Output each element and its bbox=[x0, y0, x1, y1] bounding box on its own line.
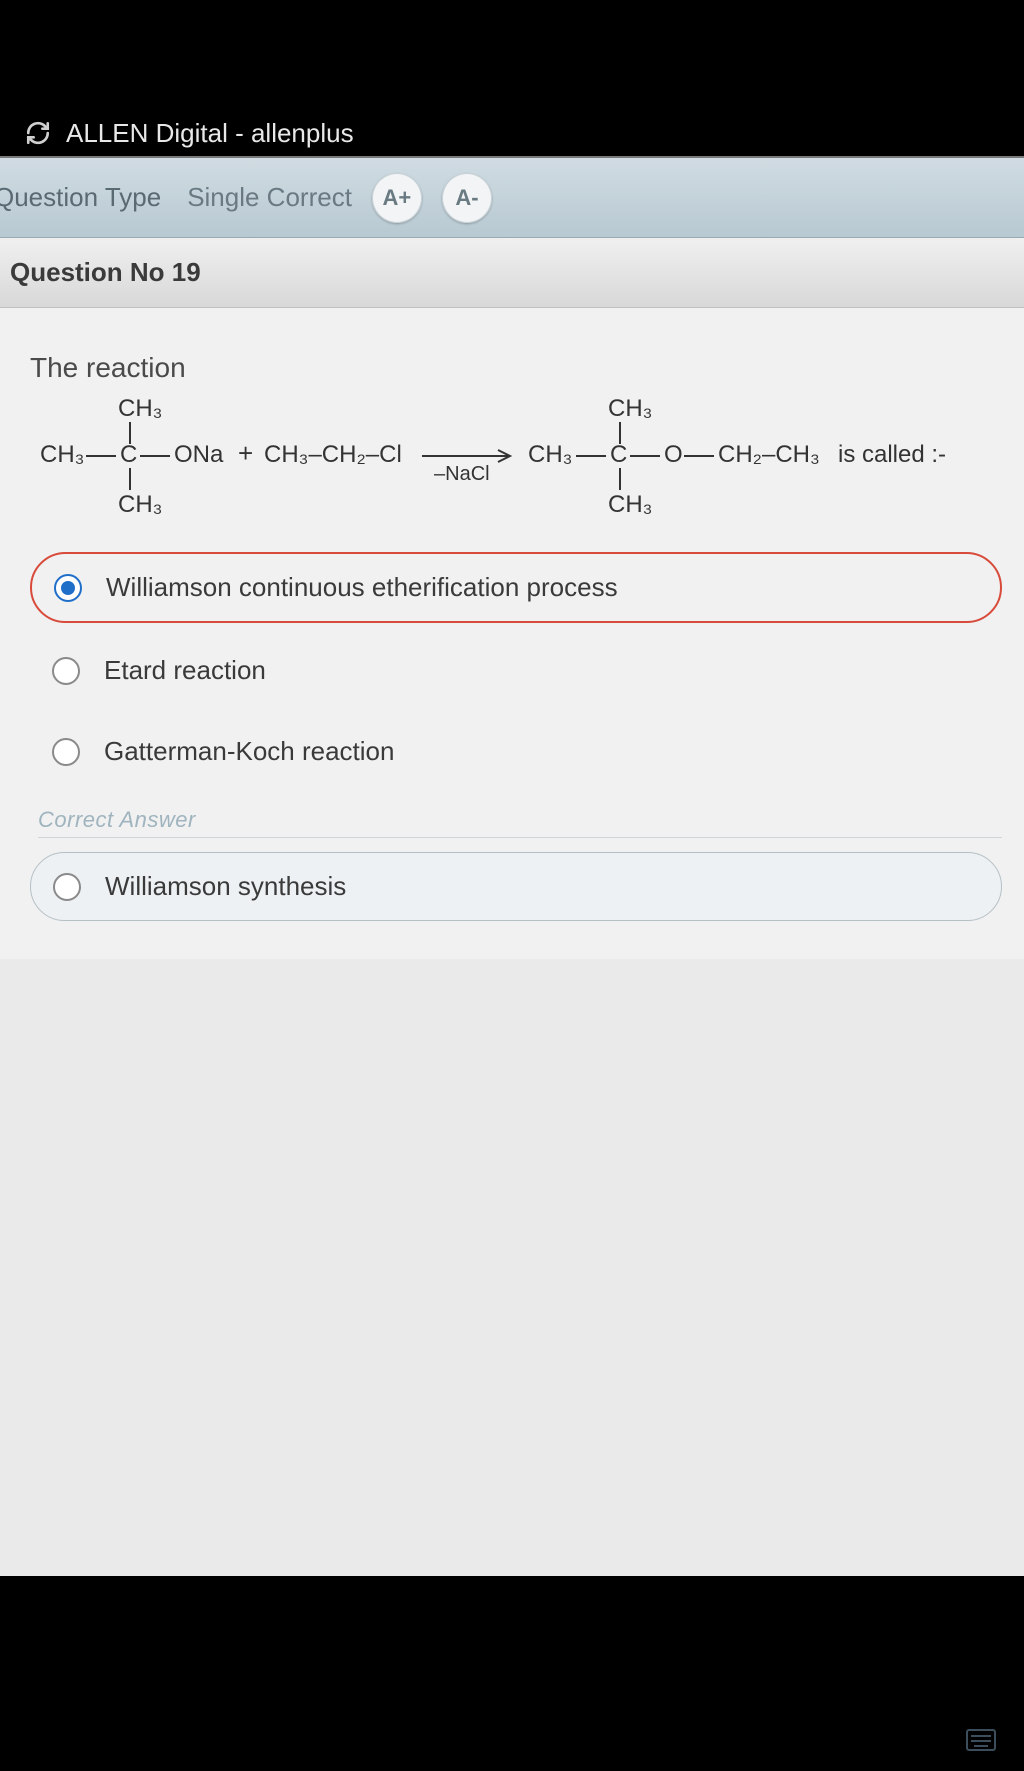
question-type-bar: Question Type Single Correct A+ A- bbox=[0, 158, 1024, 238]
keyboard-icon[interactable] bbox=[966, 1729, 996, 1753]
option-label: Williamson synthesis bbox=[105, 871, 346, 902]
question-type-label: Question Type bbox=[0, 182, 161, 213]
svg-text:CH₂–CH₃: CH₂–CH₃ bbox=[718, 441, 820, 468]
radio-icon bbox=[52, 657, 80, 685]
option-3[interactable]: Gatterman-Koch reaction bbox=[30, 718, 1002, 785]
question-number: Question No 19 bbox=[10, 257, 201, 288]
option-label: Etard reaction bbox=[104, 655, 266, 686]
font-decrease-button[interactable]: A- bbox=[442, 173, 492, 223]
app-title-bar: ALLEN Digital - allenplus bbox=[0, 110, 1024, 156]
svg-text:is called :-: is called :- bbox=[838, 441, 946, 468]
reaction-structure: CH₃ CH₃ C ONa CH₃ + CH₃–CH₂–Cl bbox=[30, 394, 1002, 524]
font-increase-button[interactable]: A+ bbox=[372, 173, 422, 223]
svg-text:+: + bbox=[238, 438, 253, 468]
svg-text:–NaCl: –NaCl bbox=[434, 463, 490, 485]
app-title: ALLEN Digital - allenplus bbox=[66, 118, 354, 149]
svg-text:C: C bbox=[610, 441, 627, 468]
question-number-bar: Question No 19 bbox=[0, 238, 1024, 308]
svg-text:O: O bbox=[664, 441, 683, 468]
svg-text:CH₃: CH₃ bbox=[608, 491, 652, 518]
option-label: Williamson continuous etherification pro… bbox=[106, 572, 618, 603]
bottom-system-bar bbox=[0, 1576, 1024, 1771]
option-2[interactable]: Etard reaction bbox=[30, 637, 1002, 704]
question-stem: The reaction bbox=[30, 352, 1002, 384]
svg-text:ONa: ONa bbox=[174, 441, 224, 468]
option-label: Gatterman-Koch reaction bbox=[104, 736, 394, 767]
refresh-icon[interactable] bbox=[24, 119, 52, 147]
radio-icon bbox=[53, 873, 81, 901]
option-1[interactable]: Williamson continuous etherification pro… bbox=[30, 552, 1002, 623]
radio-icon bbox=[52, 738, 80, 766]
svg-text:CH₃: CH₃ bbox=[528, 441, 572, 468]
svg-text:CH₃: CH₃ bbox=[118, 491, 162, 518]
radio-icon bbox=[54, 574, 82, 602]
svg-text:CH₃: CH₃ bbox=[40, 441, 84, 468]
correct-answer-heading: Correct Answer bbox=[38, 807, 1002, 838]
svg-text:CH₃: CH₃ bbox=[608, 395, 652, 422]
svg-text:CH₃–CH₂–Cl: CH₃–CH₂–Cl bbox=[264, 441, 402, 468]
svg-text:C: C bbox=[120, 441, 137, 468]
question-body: The reaction CH₃ CH₃ C ONa CH₃ + bbox=[0, 308, 1024, 959]
content-area: Question Type Single Correct A+ A- Quest… bbox=[0, 156, 1024, 1576]
question-type-value: Single Correct bbox=[187, 182, 352, 213]
svg-text:CH₃: CH₃ bbox=[118, 395, 162, 422]
correct-answer-option: Williamson synthesis bbox=[30, 852, 1002, 921]
